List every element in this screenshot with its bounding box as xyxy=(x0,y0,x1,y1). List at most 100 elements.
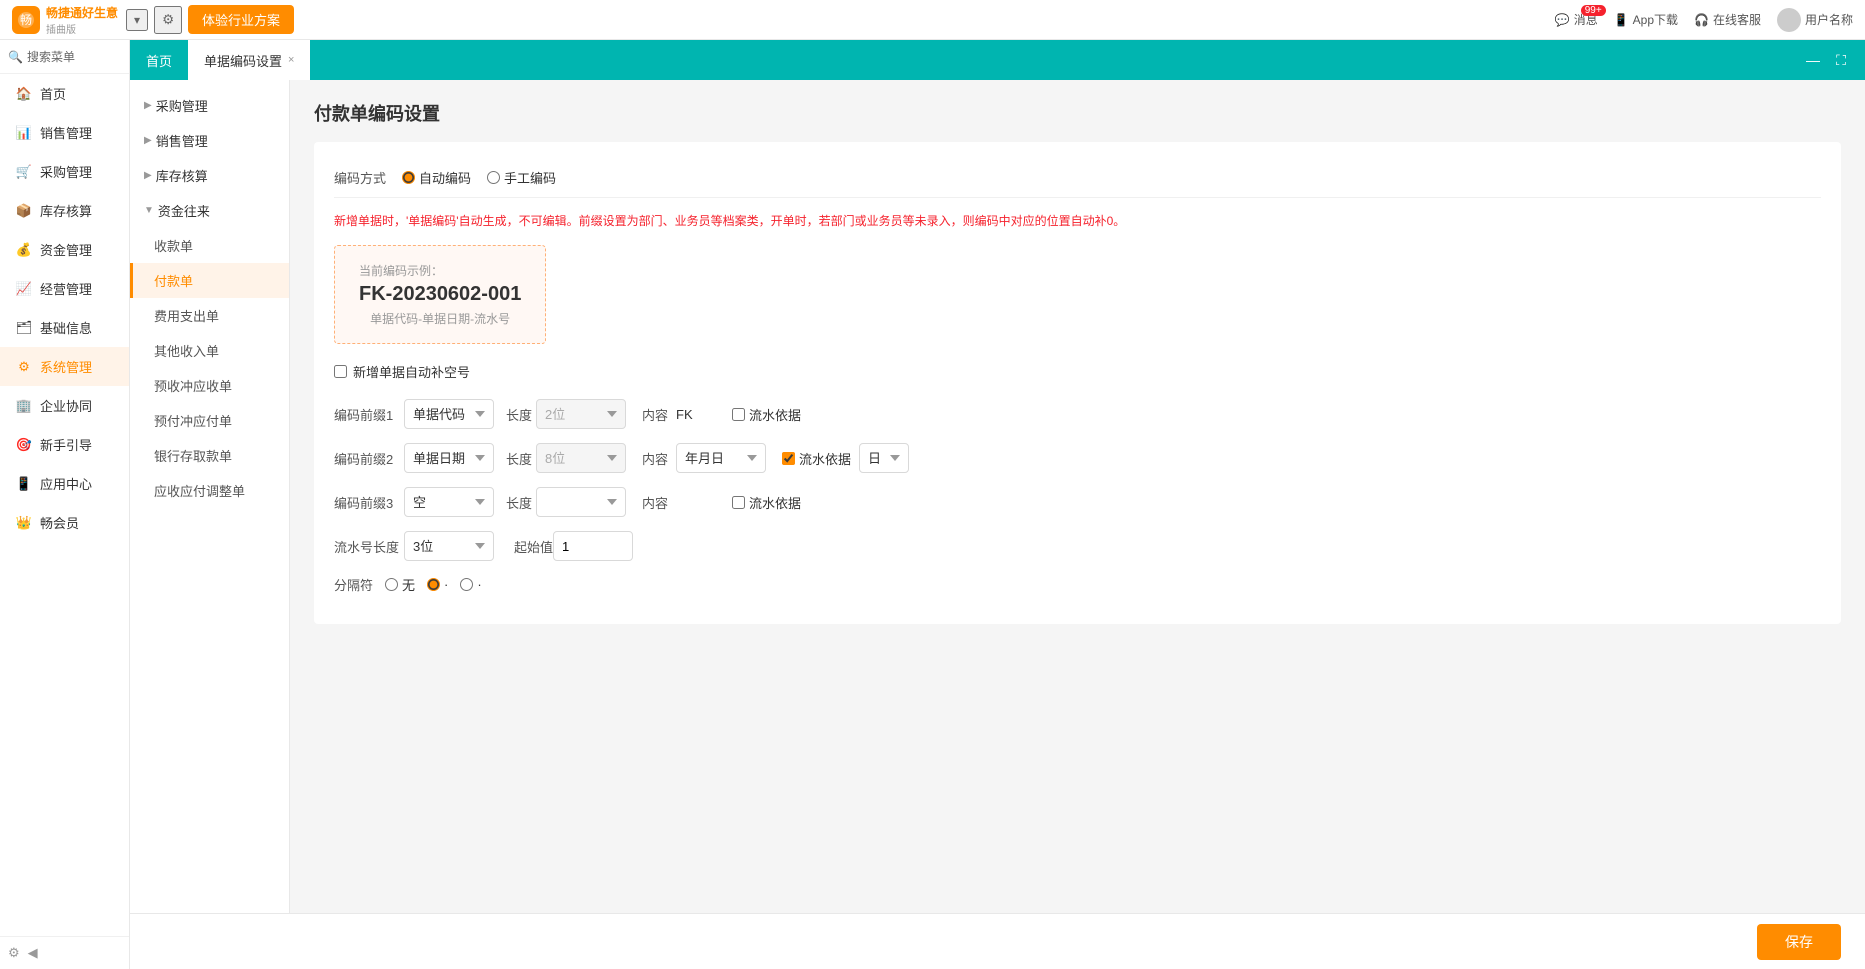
sidebar: 🔍 搜索菜单 🏠 首页 📊 销售管理 🛒 采购管理 📦 库存核算 💰 资金管理 … xyxy=(0,40,130,969)
prefix2-content-select[interactable]: 年月日 xyxy=(676,443,766,473)
submenu-item-bank-deposit[interactable]: 银行存取款单 xyxy=(130,438,289,473)
save-button[interactable]: 保存 xyxy=(1757,924,1841,960)
home-icon: 🏠 xyxy=(16,86,32,102)
prefix-row-2: 编码前缀2 单据日期 长度 8位 内容 年月日 xyxy=(334,443,1821,473)
tab-minimize-icon[interactable]: — xyxy=(1801,48,1825,72)
prefix2-serial-checkbox[interactable]: 流水依据 xyxy=(782,449,851,468)
sidebar-item-apps[interactable]: 📱 应用中心 xyxy=(0,464,129,503)
tab-doc-code[interactable]: 单据编码设置 × xyxy=(188,40,310,80)
sidebar-item-sales[interactable]: 📊 销售管理 xyxy=(0,113,129,152)
prefix1-serial-checkbox[interactable]: 流水依据 xyxy=(732,405,801,424)
right-panel: 首页 单据编码设置 × — ⛶ ▶ 采购管理 xyxy=(130,40,1865,969)
auto-fill-checkbox[interactable] xyxy=(334,365,347,378)
chevron-right-icon: ▶ xyxy=(144,100,152,111)
prefix1-length-select[interactable]: 2位 xyxy=(536,399,626,429)
sidebar-collapse-icon[interactable]: ◀ xyxy=(28,945,38,961)
prefix2-length-select[interactable]: 8位 xyxy=(536,443,626,473)
code-preview-value: FK-20230602-001 xyxy=(359,283,521,306)
submenu-sales-title[interactable]: ▶ 销售管理 xyxy=(130,123,289,158)
tabs-bar: 首页 单据编码设置 × — ⛶ xyxy=(130,40,1865,80)
submenu-group-capital: ▼ 资金往来 收款单 付款单 费用支出单 其他收入单 预收冲应收单 预付冲应付单… xyxy=(130,193,289,508)
page-title: 付款单编码设置 xyxy=(314,100,1841,126)
prefix3-length-select[interactable] xyxy=(536,487,626,517)
auto-coding-radio[interactable]: 自动编码 xyxy=(402,168,471,187)
svg-text:畅: 畅 xyxy=(20,13,32,27)
sep-dot-radio[interactable]: · xyxy=(427,577,448,592)
prefix3-serial-checkbox[interactable]: 流水依据 xyxy=(732,493,801,512)
sidebar-item-operation[interactable]: 📈 经营管理 xyxy=(0,269,129,308)
topbar-left: 畅 畅捷通好生意 插曲版 ▾ ⚙ 体验行业方案 xyxy=(12,4,294,36)
sidebar-item-finance[interactable]: 💰 资金管理 xyxy=(0,230,129,269)
sidebar-item-newbie[interactable]: 🎯 新手引导 xyxy=(0,425,129,464)
auto-coding-input[interactable] xyxy=(402,171,415,184)
logo-text: 畅捷通好生意 插曲版 xyxy=(46,4,118,36)
submenu-item-other-income[interactable]: 其他收入单 xyxy=(130,333,289,368)
prefix2-content-label: 内容 xyxy=(642,449,668,468)
sep-dot-input[interactable] xyxy=(427,578,440,591)
submenu-item-ap-adjust[interactable]: 应收应付调整单 xyxy=(130,473,289,508)
sidebar-item-system[interactable]: ⚙ 系统管理 xyxy=(0,347,129,386)
sidebar-item-member[interactable]: 👑 畅会员 xyxy=(0,503,129,542)
prefix3-serial-input[interactable] xyxy=(732,496,745,509)
prefix-row-3: 编码前缀3 空 长度 内容 流水依据 xyxy=(334,487,1821,517)
sidebar-item-base[interactable]: 🗂 基础信息 xyxy=(0,308,129,347)
messages-btn[interactable]: 💬 消息 99+ xyxy=(1555,11,1598,28)
logo-icon: 畅 xyxy=(12,6,40,34)
tab-home[interactable]: 首页 xyxy=(130,40,188,80)
submenu-item-expense[interactable]: 费用支出单 xyxy=(130,298,289,333)
prefix2-period-select[interactable]: 日 xyxy=(859,443,909,473)
manual-coding-input[interactable] xyxy=(487,171,500,184)
tab-close-icon[interactable]: × xyxy=(288,54,294,66)
topbar-nav: ▾ ⚙ 体验行业方案 xyxy=(126,5,294,34)
app-icon: 📱 xyxy=(1614,13,1629,27)
prefix2-serial-input[interactable] xyxy=(782,452,795,465)
submenu-purchase-title[interactable]: ▶ 采购管理 xyxy=(130,88,289,123)
submenu-item-payment[interactable]: 付款单 xyxy=(130,263,289,298)
sep-none-input[interactable] xyxy=(385,578,398,591)
tab-expand-icon[interactable]: ⛶ xyxy=(1829,48,1853,72)
prefix3-select[interactable]: 空 xyxy=(404,487,494,517)
submenu-capital-title[interactable]: ▼ 资金往来 xyxy=(130,193,289,228)
prefix1-serial-input[interactable] xyxy=(732,408,745,421)
service-icon: 🎧 xyxy=(1694,13,1709,27)
submenu-item-advance-pay[interactable]: 预付冲应付单 xyxy=(130,403,289,438)
operation-icon: 📈 xyxy=(16,281,32,297)
serial-length-select[interactable]: 3位 xyxy=(404,531,494,561)
submenu-inventory-title[interactable]: ▶ 库存核算 xyxy=(130,158,289,193)
info-text: 新增单据时，'单据编码'自动生成，不可编辑。前缀设置为部门、业务员等档案类，开单… xyxy=(334,212,1821,231)
start-value-input[interactable] xyxy=(553,531,633,561)
submenu-item-receive[interactable]: 收款单 xyxy=(130,228,289,263)
settings-icon-btn[interactable]: ⚙ xyxy=(154,6,182,34)
sidebar-settings-icon[interactable]: ⚙ xyxy=(8,945,20,961)
online-service-btn[interactable]: 🎧 在线客服 xyxy=(1694,11,1761,28)
sep-none-radio[interactable]: 无 xyxy=(385,575,415,594)
code-preview-label: 当前编码示例： xyxy=(359,262,521,279)
prefix3-length-label: 长度 xyxy=(506,493,532,512)
search-menu-btn[interactable]: 🔍 搜索菜单 xyxy=(0,40,129,74)
cta-button[interactable]: 体验行业方案 xyxy=(188,5,294,34)
submenu-group-inventory: ▶ 库存核算 xyxy=(130,158,289,193)
prefix1-select[interactable]: 单据代码 xyxy=(404,399,494,429)
brand-icon: 畅 xyxy=(17,11,35,29)
sidebar-item-enterprise[interactable]: 🏢 企业协同 xyxy=(0,386,129,425)
prefix2-select[interactable]: 单据日期 xyxy=(404,443,494,473)
settings-card: 编码方式 自动编码 手工编码 xyxy=(314,142,1841,624)
app-download-btn[interactable]: 📱 App下载 xyxy=(1614,11,1678,28)
sidebar-item-home[interactable]: 🏠 首页 xyxy=(0,74,129,113)
prefix3-content-label: 内容 xyxy=(642,493,668,512)
sidebar-item-inventory[interactable]: 📦 库存核算 xyxy=(0,191,129,230)
purchase-icon: 🛒 xyxy=(16,164,32,180)
sidebar-item-purchase[interactable]: 🛒 采购管理 xyxy=(0,152,129,191)
submenu-item-advance-receive[interactable]: 预收冲应收单 xyxy=(130,368,289,403)
page-content: 付款单编码设置 编码方式 自动编码 手工编码 xyxy=(290,80,1865,913)
manual-coding-radio[interactable]: 手工编码 xyxy=(487,168,556,187)
inventory-icon: 📦 xyxy=(16,203,32,219)
sep-dash-radio[interactable]: · xyxy=(460,577,481,592)
content-area: ▶ 采购管理 ▶ 销售管理 ▶ 库存核算 xyxy=(130,80,1865,913)
prefix2-label: 编码前缀2 xyxy=(334,449,404,468)
user-avatar-btn[interactable]: 用户名称 xyxy=(1777,8,1853,32)
enterprise-icon: 🏢 xyxy=(16,398,32,414)
nav-dropdown-btn[interactable]: ▾ xyxy=(126,9,148,31)
member-icon: 👑 xyxy=(16,515,32,531)
sep-dash-input[interactable] xyxy=(460,578,473,591)
